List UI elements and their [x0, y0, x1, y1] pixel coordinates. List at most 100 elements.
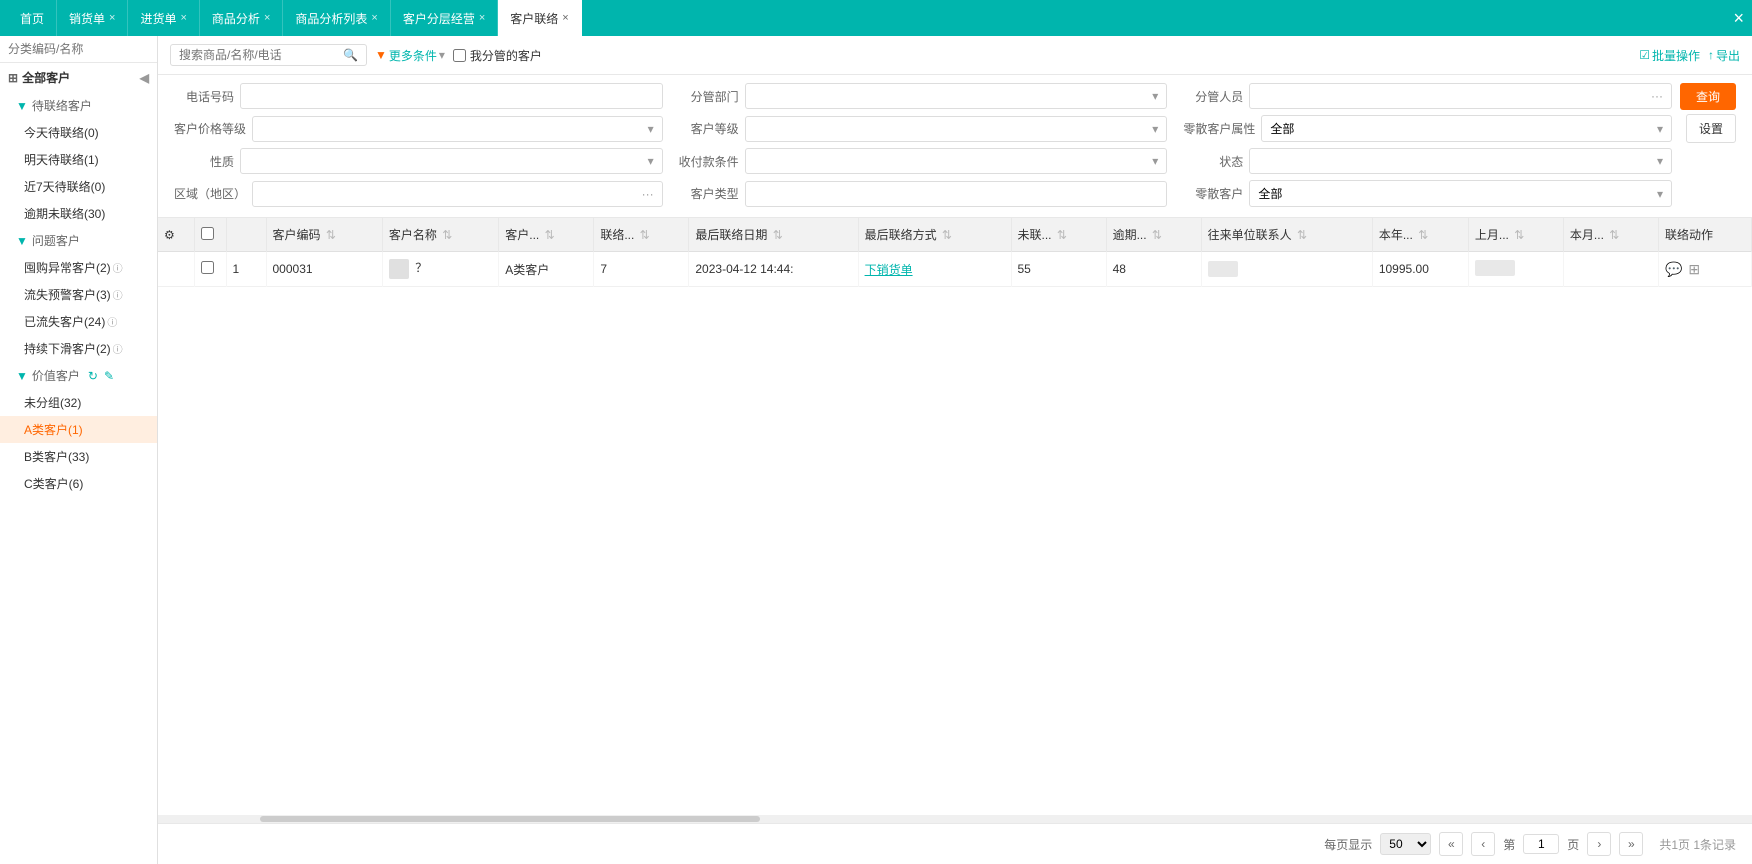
sidebar-item-abnormal-purchase[interactable]: 囤购异常客户(2) ⓘ [0, 254, 157, 281]
payment-select[interactable]: ▾ [745, 148, 1168, 174]
sort-nocontact-icon[interactable]: ⇅ [1057, 228, 1067, 242]
tab-product-analysis-list[interactable]: 商品分析列表 × [283, 0, 390, 36]
sidebar-item-class-a[interactable]: A类客户(1) [0, 416, 157, 443]
sort-person-icon[interactable]: ⇅ [1297, 228, 1307, 242]
nature-select[interactable]: ▾ [240, 148, 663, 174]
col-last-date-header[interactable]: 最后联络日期 ⇅ [689, 218, 858, 252]
sort-method-icon[interactable]: ⇅ [942, 228, 952, 242]
col-name-header[interactable]: 客户名称 ⇅ [382, 218, 498, 252]
col-type-header[interactable]: 客户... ⇅ [499, 218, 594, 252]
sidebar-item-class-b[interactable]: B类客户(33) [0, 443, 157, 470]
customer-level-select[interactable]: ▾ [745, 116, 1168, 142]
window-close-button[interactable]: × [1733, 8, 1744, 29]
main-search-icon[interactable]: 🔍 [343, 48, 358, 62]
tab-purchase-order[interactable]: 进货单 × [128, 0, 199, 36]
tab-customer-segment[interactable]: 客户分层经营 × [391, 0, 498, 36]
export-btn[interactable]: ↑ 导出 [1708, 47, 1740, 64]
sidebar-item-unclassified[interactable]: 未分组(32) [0, 389, 157, 416]
col-this-month-header[interactable]: 本月... ⇅ [1563, 218, 1658, 252]
close-tab-product-list[interactable]: × [371, 12, 377, 24]
sidebar-search-input[interactable] [8, 42, 158, 56]
horizontal-scrollbar[interactable] [158, 815, 1752, 823]
sidebar-item-today-contact[interactable]: 今天待联络(0) [0, 119, 157, 146]
region-select[interactable]: ··· [252, 181, 663, 207]
filter-payment: 收付款条件 ▾ [679, 148, 1168, 174]
tab-sales-order[interactable]: 销货单 × [57, 0, 128, 36]
sort-overdue-icon[interactable]: ⇅ [1152, 228, 1162, 242]
main-search-input[interactable] [179, 48, 339, 62]
col-contact-person-header[interactable]: 往来单位联系人 ⇅ [1201, 218, 1372, 252]
message-action-icon[interactable]: 💬 [1665, 261, 1682, 278]
sort-contact-icon[interactable]: ⇅ [640, 228, 650, 242]
sort-lmonth-icon[interactable]: ⇅ [1514, 228, 1524, 242]
my-customers-filter[interactable]: 我分管的客户 [453, 47, 542, 64]
close-tab-contact[interactable]: × [562, 12, 568, 24]
sidebar-item-declining[interactable]: 持续下滑客户(2) ⓘ [0, 335, 157, 362]
page-number-input[interactable] [1523, 834, 1559, 854]
manager-select[interactable]: ··· [1249, 83, 1672, 109]
sort-type-icon[interactable]: ⇅ [545, 228, 555, 242]
sidebar-item-churn-warning[interactable]: 流失预警客户(3) ⓘ [0, 281, 157, 308]
refresh-value-icon[interactable]: ↻ [88, 369, 98, 383]
col-last-method-header[interactable]: 最后联络方式 ⇅ [858, 218, 1011, 252]
customer-type-input[interactable] [745, 181, 1168, 207]
query-button[interactable]: 查询 [1680, 83, 1736, 110]
per-page-select[interactable]: 50 100 200 [1380, 833, 1431, 855]
last-page-btn[interactable]: » [1619, 832, 1643, 856]
col-settings[interactable]: ⚙ [158, 218, 194, 252]
sidebar-item-class-c[interactable]: C类客户(6) [0, 470, 157, 497]
col-overdue-header[interactable]: 逾期... ⇅ [1106, 218, 1201, 252]
sidebar-item-overdue-contact[interactable]: 逾期未联络(30) [0, 200, 157, 227]
settings-icon[interactable]: ⚙ [164, 228, 175, 242]
sidebar-group-pending[interactable]: ▼ 待联络客户 [0, 92, 157, 119]
customer-type-label: 客户类型 [679, 185, 739, 202]
retail-customer-select[interactable]: 全部 ▾ [1249, 180, 1672, 207]
top-navigation: 首页 销货单 × 进货单 × 商品分析 × 商品分析列表 × 客户分层经营 × … [0, 0, 1752, 36]
tab-home[interactable]: 首页 [8, 0, 57, 36]
last-method-link[interactable]: 下销货单 [865, 263, 913, 277]
prev-page-btn[interactable]: ‹ [1471, 832, 1495, 856]
row-checkbox[interactable] [201, 261, 214, 274]
more-action-icon[interactable]: ⊞ [1688, 261, 1700, 278]
sidebar-all-customers[interactable]: ⊞ 全部客户 ◀ [0, 63, 157, 92]
close-tab-product-analysis[interactable]: × [264, 12, 270, 24]
more-conditions-btn[interactable]: ▼ 更多条件 ▾ [375, 47, 445, 64]
collapse-sidebar-icon[interactable]: ◀ [140, 71, 149, 85]
tab-customer-contact[interactable]: 客户联络 × [498, 0, 581, 36]
grid-icon: ⊞ [8, 71, 18, 85]
col-contact-header[interactable]: 联络... ⇅ [594, 218, 689, 252]
sort-date-icon[interactable]: ⇅ [773, 228, 783, 242]
col-this-year-header[interactable]: 本年... ⇅ [1372, 218, 1468, 252]
close-tab-sales[interactable]: × [109, 12, 115, 24]
close-tab-purchase[interactable]: × [180, 12, 186, 24]
close-tab-segment[interactable]: × [479, 12, 485, 24]
dept-select[interactable]: ▾ [745, 83, 1168, 109]
sidebar-item-7day-contact[interactable]: 近7天待联络(0) [0, 173, 157, 200]
sort-year-icon[interactable]: ⇅ [1418, 228, 1428, 242]
scrollbar-thumb[interactable] [260, 816, 760, 822]
edit-value-icon[interactable]: ✎ [104, 369, 114, 383]
sort-name-icon[interactable]: ⇅ [442, 228, 452, 242]
select-all-checkbox[interactable] [201, 227, 214, 240]
retail-attr-select[interactable]: 全部 ▾ [1261, 115, 1672, 142]
sidebar-group-problem[interactable]: ▼ 问题客户 [0, 227, 157, 254]
setting-button[interactable]: 设置 [1686, 114, 1736, 143]
next-page-btn[interactable]: › [1587, 832, 1611, 856]
export-icon: ↑ [1708, 48, 1714, 62]
first-page-btn[interactable]: « [1439, 832, 1463, 856]
sidebar-item-tomorrow-contact[interactable]: 明天待联络(1) [0, 146, 157, 173]
sidebar-item-churned[interactable]: 已流失客户(24) ⓘ [0, 308, 157, 335]
sort-code-icon[interactable]: ⇅ [326, 228, 336, 242]
col-no-contact-header[interactable]: 未联... ⇅ [1011, 218, 1106, 252]
sidebar-group-value[interactable]: ▼ 价值客户 ↻ ✎ [0, 362, 157, 389]
phone-input[interactable] [240, 83, 663, 109]
status-select[interactable]: ▾ [1249, 148, 1672, 174]
col-last-month-header[interactable]: 上月... ⇅ [1468, 218, 1563, 252]
col-code-header[interactable]: 客户编码 ⇅ [266, 218, 382, 252]
price-level-select[interactable]: ▾ [252, 116, 663, 142]
my-customers-checkbox[interactable] [453, 49, 466, 62]
batch-operation-btn[interactable]: ☑ 批量操作 [1639, 47, 1700, 64]
tab-product-analysis[interactable]: 商品分析 × [200, 0, 283, 36]
row-contact-cell: 7 [594, 252, 689, 287]
sort-tmonth-icon[interactable]: ⇅ [1609, 228, 1619, 242]
